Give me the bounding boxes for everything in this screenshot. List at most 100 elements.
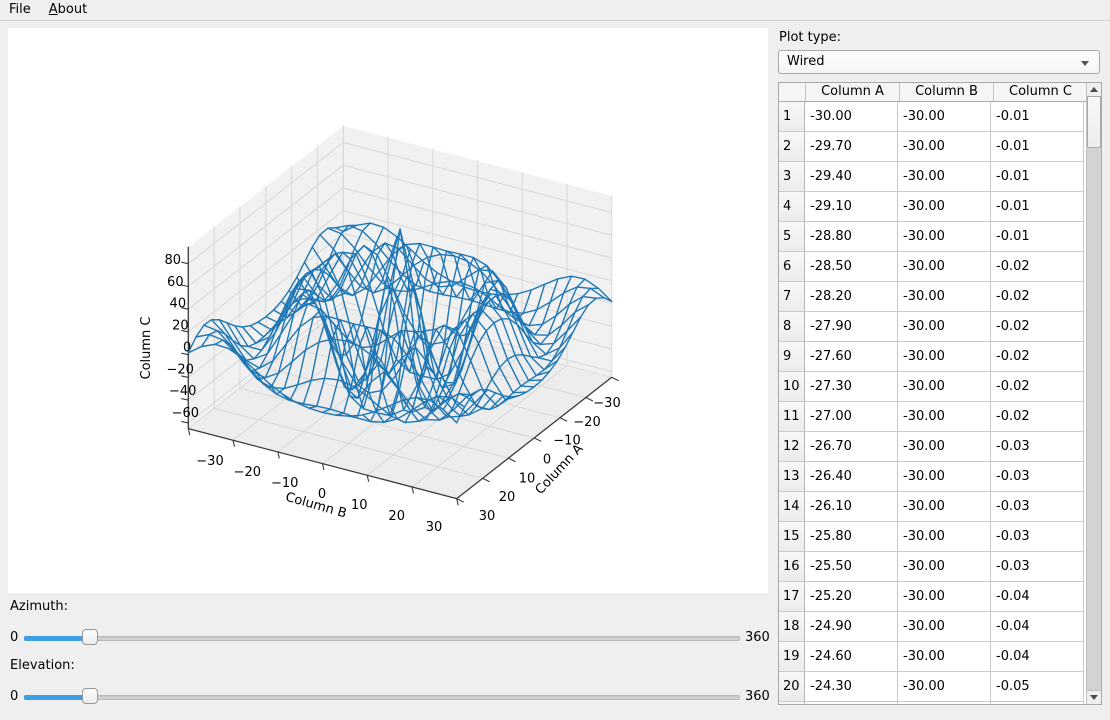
menu-item-file[interactable]: File xyxy=(0,0,40,20)
table-cell[interactable]: -0.03 xyxy=(991,552,1084,582)
table-cell[interactable]: -26.70 xyxy=(805,432,898,462)
table-cell[interactable]: -27.90 xyxy=(805,312,898,342)
table-cell[interactable]: -27.30 xyxy=(805,372,898,402)
table-cell[interactable]: -28.50 xyxy=(805,252,898,282)
table-cell[interactable]: -30.00 xyxy=(898,192,991,222)
table-cell[interactable]: -26.10 xyxy=(805,492,898,522)
table-cell[interactable]: -30.00 xyxy=(898,282,991,312)
table-cell[interactable]: -0.02 xyxy=(991,252,1084,282)
table-cell[interactable]: -0.02 xyxy=(991,402,1084,432)
table-cell[interactable]: -24.60 xyxy=(805,642,898,672)
row-number-cell[interactable]: 13 xyxy=(779,462,805,492)
table-cell[interactable]: -30.00 xyxy=(898,312,991,342)
table-cell[interactable]: -0.01 xyxy=(991,132,1084,162)
table-row: 16-25.50-30.00-0.03 xyxy=(779,552,1101,582)
table-cell[interactable]: -30.00 xyxy=(898,642,991,672)
table-cell[interactable]: -30.00 xyxy=(898,342,991,372)
column-header-c[interactable]: Column C xyxy=(994,83,1088,101)
row-number-cell[interactable]: 2 xyxy=(779,132,805,162)
table-cell[interactable]: -29.70 xyxy=(805,132,898,162)
row-number-cell[interactable]: 1 xyxy=(779,102,805,132)
elevation-min-label: 0 xyxy=(10,688,18,705)
table-cell[interactable]: -30.00 xyxy=(898,582,991,612)
table-cell[interactable]: -0.04 xyxy=(991,642,1084,672)
table-cell[interactable]: -0.02 xyxy=(991,312,1084,342)
table-cell[interactable]: -30.00 xyxy=(898,222,991,252)
row-number-cell[interactable]: 8 xyxy=(779,312,805,342)
elevation-slider[interactable]: 0 360 xyxy=(0,688,1110,705)
table-cell[interactable]: -0.04 xyxy=(991,582,1084,612)
row-number-cell[interactable]: 17 xyxy=(779,582,805,612)
table-cell[interactable]: -30.00 xyxy=(898,372,991,402)
table-cell[interactable]: -0.03 xyxy=(991,432,1084,462)
table-cell[interactable]: -30.00 xyxy=(898,132,991,162)
table-cell[interactable]: -25.50 xyxy=(805,552,898,582)
table-cell[interactable]: -29.10 xyxy=(805,192,898,222)
table-cell[interactable]: -30.00 xyxy=(898,252,991,282)
column-header-b[interactable]: Column B xyxy=(900,83,994,101)
slider-handle[interactable] xyxy=(82,688,98,704)
table-cell[interactable]: -0.01 xyxy=(991,222,1084,252)
table-cell[interactable]: -30.00 xyxy=(898,492,991,522)
svg-text:−20: −20 xyxy=(234,465,261,480)
table-cell[interactable]: -30.00 xyxy=(898,162,991,192)
table-cell[interactable]: -26.40 xyxy=(805,462,898,492)
svg-text:40: 40 xyxy=(170,297,187,312)
table-cell[interactable]: -28.80 xyxy=(805,222,898,252)
data-table[interactable]: Column A Column B Column C 1-30.00-30.00… xyxy=(778,82,1102,705)
table-scrollbar[interactable] xyxy=(1086,83,1101,704)
table-cell[interactable]: -0.02 xyxy=(991,342,1084,372)
table-cell[interactable]: -28.20 xyxy=(805,282,898,312)
row-number-cell[interactable]: 15 xyxy=(779,522,805,552)
table-cell[interactable]: -0.02 xyxy=(991,372,1084,402)
row-number-cell[interactable]: 4 xyxy=(779,192,805,222)
row-number-cell[interactable]: 10 xyxy=(779,372,805,402)
table-cell[interactable]: -30.00 xyxy=(805,102,898,132)
row-number-cell[interactable]: 11 xyxy=(779,402,805,432)
scrollbar-thumb[interactable] xyxy=(1087,96,1101,148)
table-row: 6-28.50-30.00-0.02 xyxy=(779,252,1101,282)
row-number-cell[interactable]: 5 xyxy=(779,222,805,252)
slider-track[interactable] xyxy=(24,695,740,700)
row-number-cell[interactable]: 19 xyxy=(779,642,805,672)
svg-text:10: 10 xyxy=(351,498,368,513)
table-cell[interactable]: -27.60 xyxy=(805,342,898,372)
slider-track[interactable] xyxy=(24,636,740,641)
table-cell[interactable]: -25.20 xyxy=(805,582,898,612)
row-number-cell[interactable]: 6 xyxy=(779,252,805,282)
table-cell[interactable]: -30.00 xyxy=(898,462,991,492)
3d-plot-canvas[interactable]: −30−20−100102030−30−20−10010203080604020… xyxy=(8,28,768,593)
table-cell[interactable]: -30.00 xyxy=(898,552,991,582)
column-header-a[interactable]: Column A xyxy=(806,83,900,101)
table-cell[interactable]: -29.40 xyxy=(805,162,898,192)
table-cell[interactable]: -30.00 xyxy=(898,102,991,132)
row-number-cell[interactable]: 9 xyxy=(779,342,805,372)
table-cell[interactable]: -25.80 xyxy=(805,522,898,552)
table-cell[interactable]: -0.03 xyxy=(991,492,1084,522)
table-cell[interactable]: -0.03 xyxy=(991,522,1084,552)
table-cell[interactable]: -30.00 xyxy=(898,432,991,462)
row-number-cell[interactable]: 7 xyxy=(779,282,805,312)
table-row: 14-26.10-30.00-0.03 xyxy=(779,492,1101,522)
slider-handle[interactable] xyxy=(82,629,98,645)
plot-type-selected-value: Wired xyxy=(787,54,825,69)
table-row: 1-30.00-30.00-0.01 xyxy=(779,102,1101,132)
table-cell[interactable]: -30.00 xyxy=(898,522,991,552)
menu-item-about[interactable]: About xyxy=(40,0,96,20)
table-cell[interactable]: -30.00 xyxy=(898,402,991,432)
svg-text:−30: −30 xyxy=(593,396,620,411)
row-number-cell[interactable]: 12 xyxy=(779,432,805,462)
table-cell[interactable]: -0.01 xyxy=(991,102,1084,132)
table-cell[interactable]: -27.00 xyxy=(805,402,898,432)
row-number-cell[interactable]: 14 xyxy=(779,492,805,522)
azimuth-slider[interactable]: 0 360 xyxy=(0,629,1110,646)
plot-type-select[interactable]: Wired xyxy=(778,50,1100,74)
table-cell[interactable]: -0.01 xyxy=(991,162,1084,192)
table-cell[interactable]: -0.02 xyxy=(991,282,1084,312)
row-number-cell[interactable]: 16 xyxy=(779,552,805,582)
row-number-cell[interactable]: 3 xyxy=(779,162,805,192)
table-cell[interactable]: -0.01 xyxy=(991,192,1084,222)
scroll-up-button[interactable] xyxy=(1087,83,1101,97)
table-cell[interactable]: -0.03 xyxy=(991,462,1084,492)
plot-figure[interactable]: −30−20−100102030−30−20−10010203080604020… xyxy=(8,28,768,593)
